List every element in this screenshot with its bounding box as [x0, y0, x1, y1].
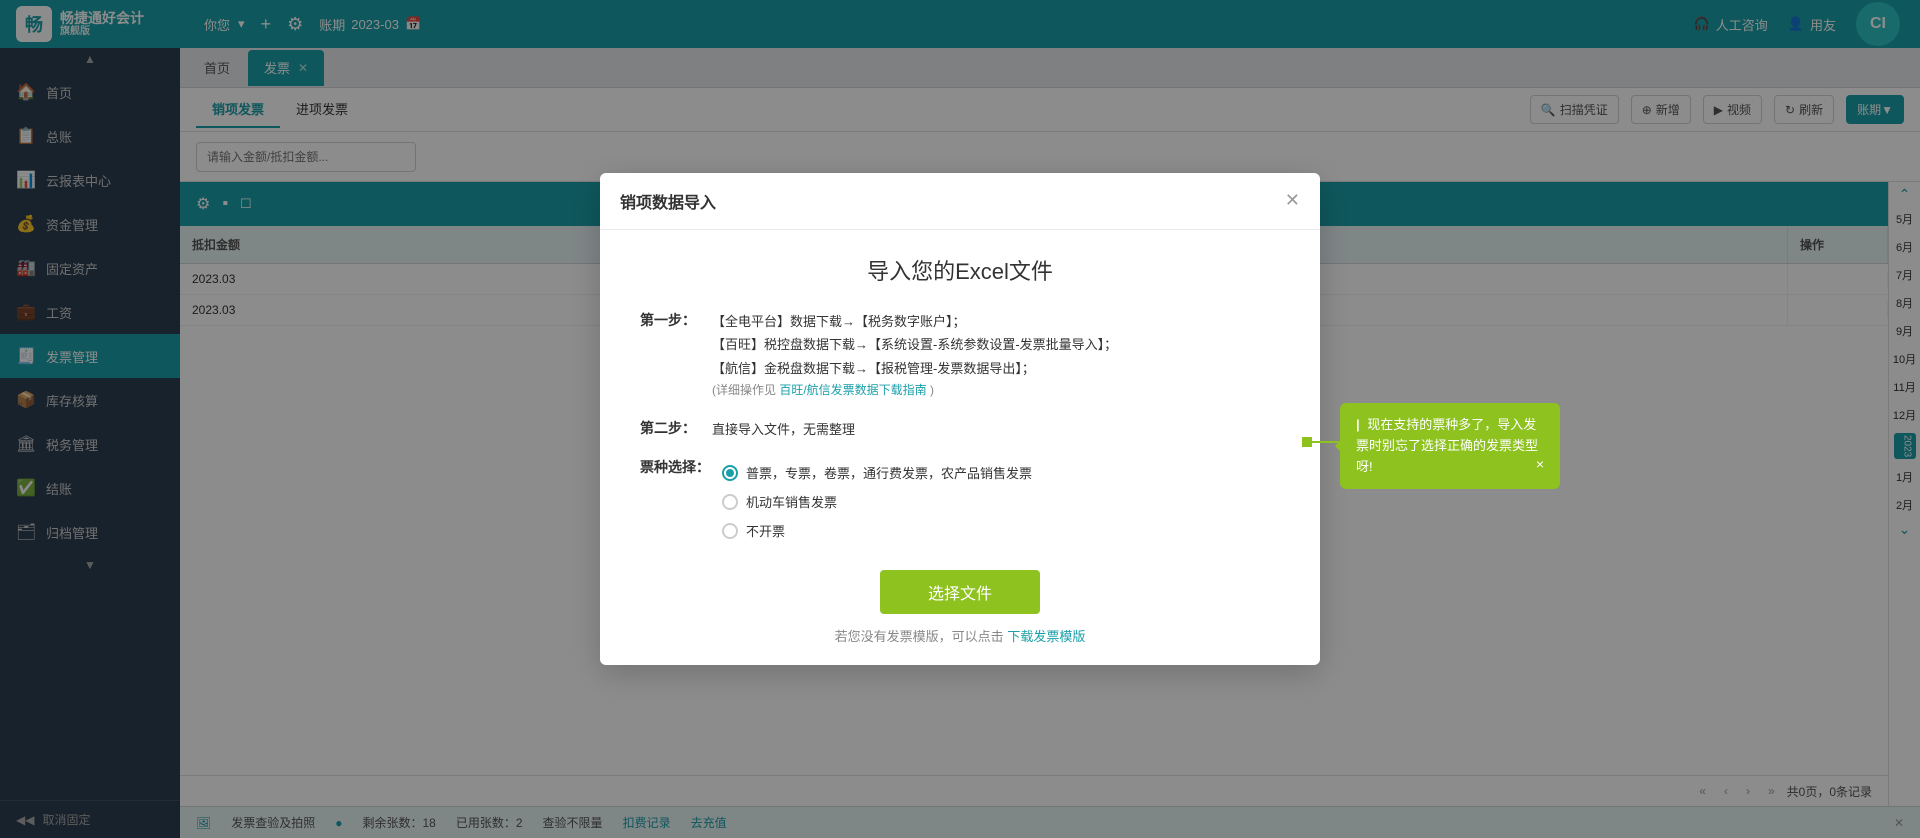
step1-note-text: (详细操作见	[712, 383, 776, 397]
step1-line-3: 【航信】金税盘数据下载→【报税管理-发票数据导出】；	[712, 357, 1117, 380]
step1-content: 【全电平台】数据下载→【税务数字账户】； 【百旺】税控盘数据下载→【系统设置-系…	[712, 310, 1117, 402]
radio-normal[interactable]	[722, 465, 738, 481]
modal-close-btn[interactable]: ✕	[1285, 190, 1300, 211]
tooltip-close-btn[interactable]: ×	[1536, 457, 1544, 471]
tooltip-bar: |	[1356, 417, 1360, 432]
step1-note-end: )	[930, 383, 934, 397]
step2-content: 直接导入文件，无需整理	[712, 418, 855, 441]
ticket-label: 票种选择：	[640, 457, 710, 477]
ticket-select-row: 票种选择： 普票，专票，卷票，通行费发票，农产品销售发票 机动车销售发票 不开票	[640, 457, 1280, 550]
radio-row-no-ticket[interactable]: 不开票	[722, 521, 1032, 540]
modal-overlay: 销项数据导入 ✕ 导入您的Excel文件 第一步： 【全电平台】数据下载→【税务…	[0, 0, 1920, 838]
step1-line-1: 【全电平台】数据下载→【税务数字账户】；	[712, 310, 1117, 333]
radio-group: 普票，专票，卷票，通行费发票，农产品销售发票 机动车销售发票 不开票	[722, 463, 1032, 550]
modal-header: 销项数据导入 ✕	[600, 173, 1320, 230]
tooltip-dot	[1302, 437, 1312, 447]
radio-row-motor[interactable]: 机动车销售发票	[722, 492, 1032, 511]
select-file-area: 选择文件	[640, 570, 1280, 614]
tooltip-bubble: | 现在支持的票种多了，导入发票时别忘了选择正确的发票类型呀! ×	[1340, 403, 1560, 489]
step1-note: (详细操作见 百旺/航信发票数据下载指南 )	[712, 380, 1117, 402]
radio-row-normal[interactable]: 普票，专票，卷票，通行费发票，农产品销售发票	[722, 463, 1032, 482]
step2-text: 直接导入文件，无需整理	[712, 422, 855, 437]
modal-main-title: 导入您的Excel文件	[640, 254, 1280, 286]
radio-motor-label: 机动车销售发票	[746, 492, 837, 511]
step1-row: 第一步： 【全电平台】数据下载→【税务数字账户】； 【百旺】税控盘数据下载→【系…	[640, 310, 1280, 402]
radio-no-ticket[interactable]	[722, 523, 738, 539]
footer-note-text: 若您没有发票模版，可以点击	[835, 629, 1004, 644]
radio-no-ticket-label: 不开票	[746, 521, 785, 540]
tooltip-text: 现在支持的票种多了，导入发票时别忘了选择正确的发票类型呀!	[1356, 417, 1538, 474]
radio-motor[interactable]	[722, 494, 738, 510]
modal-title: 销项数据导入	[620, 189, 716, 213]
step2-row: 第二步： 直接导入文件，无需整理	[640, 418, 1280, 441]
step2-label: 第二步：	[640, 418, 700, 438]
step1-link[interactable]: 百旺/航信发票数据下载指南	[779, 383, 926, 397]
step1-line-2: 【百旺】税控盘数据下载→【系统设置-系统参数设置-发票批量导入】；	[712, 333, 1117, 356]
download-template-link[interactable]: 下载发票模版	[1007, 629, 1085, 644]
tooltip-container: | 现在支持的票种多了，导入发票时别忘了选择正确的发票类型呀! ×	[1340, 403, 1560, 489]
select-file-btn[interactable]: 选择文件	[880, 570, 1040, 614]
modal-footer-note: 若您没有发票模版，可以点击 下载发票模版	[640, 626, 1280, 645]
step1-label: 第一步：	[640, 310, 700, 330]
radio-normal-label: 普票，专票，卷票，通行费发票，农产品销售发票	[746, 463, 1032, 482]
modal-body: 导入您的Excel文件 第一步： 【全电平台】数据下载→【税务数字账户】； 【百…	[600, 230, 1320, 665]
modal-dialog: 销项数据导入 ✕ 导入您的Excel文件 第一步： 【全电平台】数据下载→【税务…	[600, 173, 1320, 665]
